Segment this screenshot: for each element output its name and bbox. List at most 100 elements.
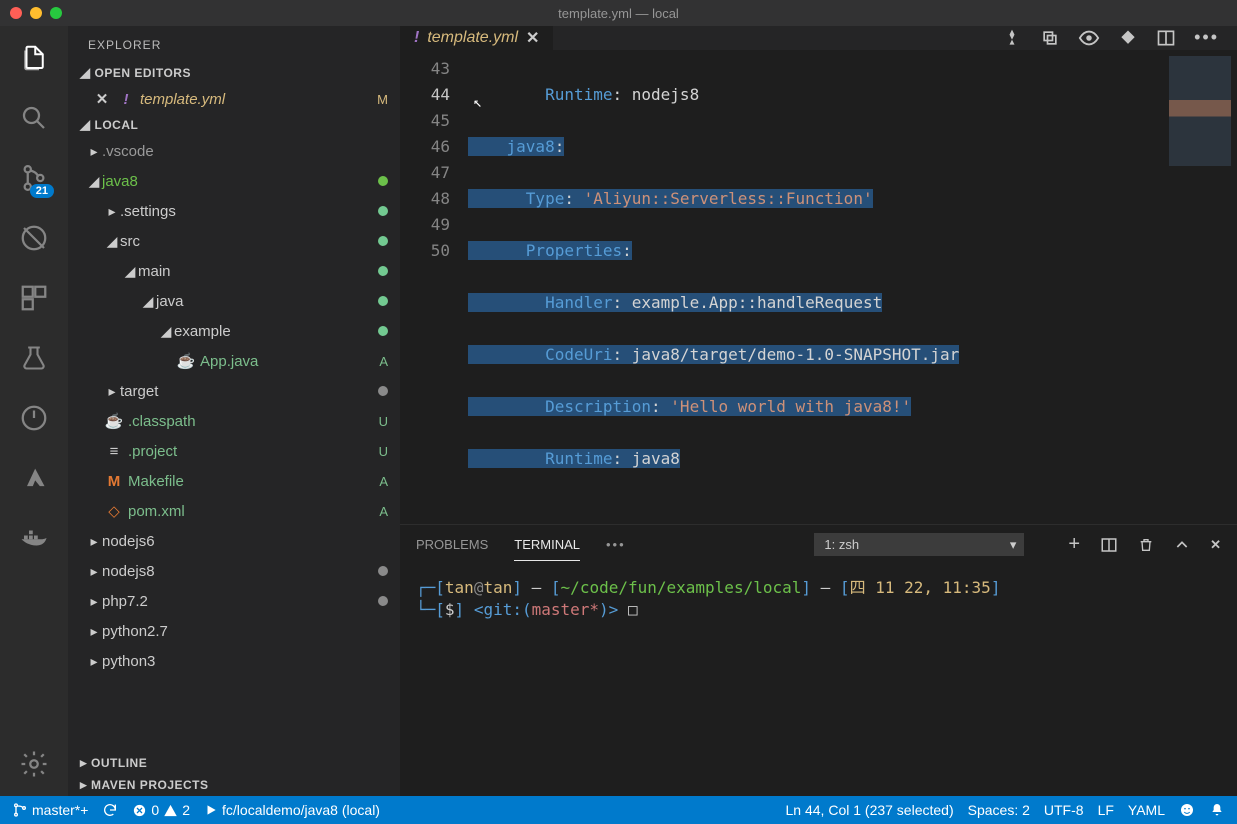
- tree-folder[interactable]: ◢src: [68, 226, 400, 256]
- maven-header[interactable]: ▸ MAVEN PROJECTS: [68, 774, 400, 796]
- chevron-right-icon: ▸: [86, 623, 102, 640]
- window-zoom[interactable]: [50, 7, 62, 19]
- feedback-icon[interactable]: [1179, 802, 1195, 818]
- makefile-icon: M: [104, 473, 124, 490]
- action-icon[interactable]: [1040, 28, 1060, 48]
- tree-folder[interactable]: ▸nodejs8: [68, 556, 400, 586]
- chevron-right-icon: ▸: [80, 755, 87, 771]
- open-editors-label: OPEN EDITORS: [95, 66, 191, 80]
- tree-folder[interactable]: ◢java: [68, 286, 400, 316]
- gutter: 4344454647484950: [400, 50, 468, 524]
- close-icon[interactable]: ✕: [92, 90, 112, 108]
- git-dot: [378, 266, 388, 276]
- tree-folder[interactable]: ◢example: [68, 316, 400, 346]
- open-editor-item[interactable]: ✕ ! template.yml M: [68, 84, 400, 114]
- git-dot: [378, 236, 388, 246]
- chevron-right-icon: ▸: [86, 533, 102, 550]
- action-icon[interactable]: [1002, 28, 1022, 48]
- panel: PROBLEMS TERMINAL ••• 1: zsh▾ + ✕ ┌─[tan…: [400, 524, 1237, 796]
- git-branch[interactable]: master*+: [12, 802, 88, 818]
- language-status[interactable]: YAML: [1128, 802, 1165, 818]
- beaker-icon[interactable]: [18, 342, 50, 374]
- open-editors-header[interactable]: ◢ OPEN EDITORS: [68, 62, 400, 84]
- power-icon[interactable]: [18, 402, 50, 434]
- git-dot: [378, 176, 388, 186]
- maven-label: MAVEN PROJECTS: [91, 778, 208, 792]
- editor-body[interactable]: ↖ 4344454647484950 Runtime: nodejs8 java…: [400, 50, 1237, 524]
- terminal-body[interactable]: ┌─[tan@tan] – [~/code/fun/examples/local…: [400, 565, 1237, 796]
- status-bar: master*+ 0 2 fc/localdemo/java8 (local) …: [0, 796, 1237, 824]
- tree-folder[interactable]: ▸python2.7: [68, 616, 400, 646]
- git-status: A: [379, 504, 388, 519]
- trash-icon[interactable]: [1138, 536, 1154, 554]
- split-editor-icon[interactable]: [1156, 28, 1176, 48]
- tab-terminal[interactable]: TERMINAL: [514, 529, 580, 561]
- sidebar-title: EXPLORER: [68, 26, 400, 62]
- more-icon[interactable]: •••: [606, 537, 626, 552]
- file-icon: ≡: [104, 443, 124, 460]
- debug-target[interactable]: fc/localdemo/java8 (local): [204, 802, 380, 818]
- tree-folder[interactable]: ▸nodejs6: [68, 526, 400, 556]
- tree-folder[interactable]: ▸php7.2: [68, 586, 400, 616]
- action-icon[interactable]: [1118, 28, 1138, 48]
- chevron-right-icon: ▸: [104, 383, 120, 400]
- tree-file[interactable]: MMakefileA: [68, 466, 400, 496]
- split-terminal-icon[interactable]: [1100, 536, 1118, 554]
- terminal-select[interactable]: 1: zsh▾: [814, 533, 1024, 556]
- debug-icon[interactable]: [18, 222, 50, 254]
- code-content[interactable]: Runtime: nodejs8 java8: Type: 'Aliyun::S…: [468, 50, 1157, 524]
- indent-status[interactable]: Spaces: 2: [968, 802, 1030, 818]
- editor-tab[interactable]: ! template.yml ✕: [400, 26, 553, 50]
- more-icon[interactable]: •••: [1194, 27, 1219, 48]
- minimap[interactable]: [1157, 50, 1237, 524]
- extensions-icon[interactable]: [18, 282, 50, 314]
- tab-problems[interactable]: PROBLEMS: [416, 529, 488, 560]
- window-minimize[interactable]: [30, 7, 42, 19]
- tree-folder[interactable]: ▸.settings: [68, 196, 400, 226]
- explorer-icon[interactable]: [18, 42, 50, 74]
- settings-icon[interactable]: [18, 748, 50, 780]
- outline-header[interactable]: ▸ OUTLINE: [68, 752, 400, 774]
- git-dot: [378, 296, 388, 306]
- titlebar: template.yml — local: [0, 0, 1237, 26]
- git-dot: [378, 386, 388, 396]
- tab-label: template.yml: [427, 29, 518, 47]
- tree-folder-java8[interactable]: ◢java8: [68, 166, 400, 196]
- scm-icon[interactable]: 21: [18, 162, 50, 194]
- chevron-down-icon: ◢: [140, 293, 156, 310]
- window-title: template.yml — local: [558, 6, 679, 21]
- workspace-header[interactable]: ◢ LOCAL: [68, 114, 400, 136]
- eol-status[interactable]: LF: [1098, 802, 1114, 818]
- tree-file[interactable]: ◇pom.xmlA: [68, 496, 400, 526]
- tree-folder[interactable]: ◢main: [68, 256, 400, 286]
- search-icon[interactable]: [18, 102, 50, 134]
- docker-icon[interactable]: [18, 522, 50, 554]
- xml-icon: ◇: [104, 502, 124, 520]
- tree-file[interactable]: ≡.projectU: [68, 436, 400, 466]
- tree-folder[interactable]: ▸python3: [68, 646, 400, 676]
- tree-folder[interactable]: ▸target: [68, 376, 400, 406]
- sync-icon[interactable]: [102, 802, 118, 818]
- window-close[interactable]: [10, 7, 22, 19]
- close-icon[interactable]: ✕: [1210, 537, 1221, 553]
- java-icon: ☕: [104, 412, 124, 430]
- tree-file-appjava[interactable]: ☕App.javaA: [68, 346, 400, 376]
- chevron-down-icon: ◢: [158, 323, 174, 340]
- chevron-down-icon: ◢: [80, 117, 91, 133]
- tab-bar: ! template.yml ✕ •••: [400, 26, 1237, 50]
- tree-file[interactable]: ☕.classpathU: [68, 406, 400, 436]
- scm-badge: 21: [30, 184, 54, 198]
- azure-icon[interactable]: [18, 462, 50, 494]
- git-status: A: [379, 354, 388, 369]
- problems-status[interactable]: 0 2: [132, 802, 190, 818]
- chevron-up-icon[interactable]: [1174, 537, 1190, 553]
- git-status: M: [377, 92, 388, 107]
- bell-icon[interactable]: [1209, 802, 1225, 818]
- new-terminal-icon[interactable]: +: [1068, 533, 1080, 556]
- git-status: A: [379, 474, 388, 489]
- action-icon[interactable]: [1078, 27, 1100, 49]
- cursor-position[interactable]: Ln 44, Col 1 (237 selected): [786, 802, 954, 818]
- tab-close-icon[interactable]: ✕: [526, 28, 539, 48]
- tree-folder[interactable]: ▸.vscode: [68, 136, 400, 166]
- encoding-status[interactable]: UTF-8: [1044, 802, 1084, 818]
